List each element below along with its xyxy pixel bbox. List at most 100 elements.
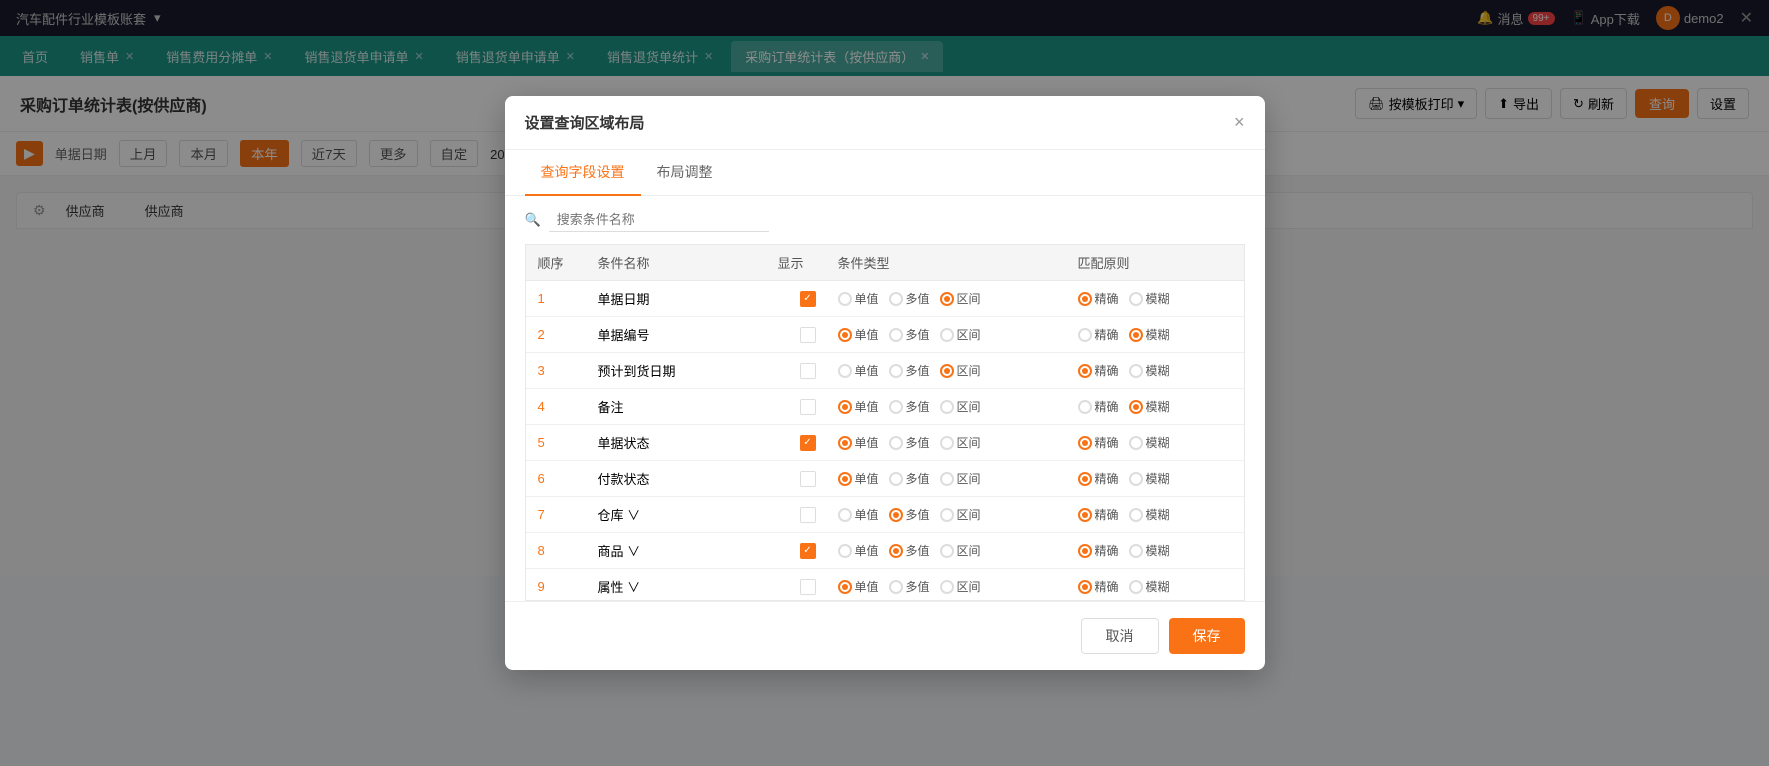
type-radio-item[interactable]: 区间 bbox=[940, 362, 981, 379]
match-radio-item[interactable]: 模糊 bbox=[1129, 542, 1170, 559]
match-radio-item[interactable]: 精确 bbox=[1078, 506, 1119, 523]
radio-circle bbox=[838, 292, 852, 306]
type-radio-item[interactable]: 区间 bbox=[940, 290, 981, 307]
radio-circle bbox=[1129, 508, 1143, 522]
display-checkbox[interactable]: ✓ bbox=[800, 435, 816, 451]
cell-match: 精确模糊 bbox=[1078, 398, 1245, 415]
match-radio-item[interactable]: 模糊 bbox=[1129, 326, 1170, 343]
radio-circle bbox=[1129, 364, 1143, 378]
type-radio-item[interactable]: 区间 bbox=[940, 470, 981, 487]
match-radio-item[interactable]: 模糊 bbox=[1129, 290, 1170, 307]
type-radio-item[interactable]: 单值 bbox=[838, 542, 879, 559]
match-radio-item[interactable]: 模糊 bbox=[1129, 398, 1170, 415]
type-radio-item[interactable]: 单值 bbox=[838, 398, 879, 415]
cell-display: ✓ bbox=[778, 291, 838, 307]
type-radio-item[interactable]: 单值 bbox=[838, 434, 879, 451]
type-radio-item[interactable]: 单值 bbox=[838, 506, 879, 523]
match-radio-item[interactable]: 模糊 bbox=[1129, 470, 1170, 487]
type-radio-item[interactable]: 区间 bbox=[940, 326, 981, 343]
col-match: 匹配原则 bbox=[1078, 253, 1265, 272]
match-radio-item[interactable]: 模糊 bbox=[1129, 506, 1170, 523]
cell-order: 7 bbox=[538, 507, 598, 522]
display-checkbox[interactable] bbox=[800, 507, 816, 523]
cell-display bbox=[778, 579, 838, 595]
dialog-tab-layout[interactable]: 布局调整 bbox=[641, 150, 729, 196]
cell-type: 单值多值区间 bbox=[838, 398, 1078, 415]
type-radio-item[interactable]: 多值 bbox=[889, 578, 930, 595]
save-btn[interactable]: 保存 bbox=[1169, 618, 1245, 654]
type-radio-item[interactable]: 多值 bbox=[889, 434, 930, 451]
match-radio-item[interactable]: 精确 bbox=[1078, 362, 1119, 379]
match-radio-item[interactable]: 精确 bbox=[1078, 290, 1119, 307]
cell-order: 6 bbox=[538, 471, 598, 486]
type-radio-item[interactable]: 区间 bbox=[940, 398, 981, 415]
dialog-footer: 取消 保存 bbox=[505, 601, 1265, 670]
radio-circle bbox=[940, 472, 954, 486]
type-radio-item[interactable]: 多值 bbox=[889, 362, 930, 379]
radio-circle bbox=[940, 580, 954, 594]
match-radio-item[interactable]: 模糊 bbox=[1129, 434, 1170, 451]
dialog-tabs: 查询字段设置 布局调整 bbox=[505, 150, 1265, 196]
cell-name: 商品 ∨ bbox=[598, 541, 778, 560]
match-radio-item[interactable]: 精确 bbox=[1078, 398, 1119, 415]
type-radio-item[interactable]: 多值 bbox=[889, 326, 930, 343]
col-name: 条件名称 bbox=[598, 253, 778, 272]
type-radio-item[interactable]: 单值 bbox=[838, 470, 879, 487]
match-radio-item[interactable]: 精确 bbox=[1078, 470, 1119, 487]
type-radio-item[interactable]: 单值 bbox=[838, 326, 879, 343]
match-radio-item[interactable]: 模糊 bbox=[1129, 578, 1170, 595]
match-radio-item[interactable]: 精确 bbox=[1078, 434, 1119, 451]
type-radio-item[interactable]: 多值 bbox=[889, 470, 930, 487]
radio-circle bbox=[1129, 328, 1143, 342]
cell-name: 单据日期 bbox=[598, 289, 778, 308]
match-radio-item[interactable]: 精确 bbox=[1078, 326, 1119, 343]
display-checkbox[interactable] bbox=[800, 399, 816, 415]
display-checkbox[interactable]: ✓ bbox=[800, 543, 816, 559]
match-radio-item[interactable]: 精确 bbox=[1078, 578, 1119, 595]
radio-circle bbox=[1078, 544, 1092, 558]
radio-circle bbox=[889, 580, 903, 594]
cancel-btn[interactable]: 取消 bbox=[1081, 618, 1159, 654]
radio-circle bbox=[1078, 328, 1092, 342]
radio-circle bbox=[1078, 400, 1092, 414]
radio-circle bbox=[1129, 472, 1143, 486]
type-radio-item[interactable]: 多值 bbox=[889, 290, 930, 307]
cell-name: 属性 ∨ bbox=[598, 577, 778, 596]
cell-name: 付款状态 bbox=[598, 469, 778, 488]
type-radio-item[interactable]: 多值 bbox=[889, 506, 930, 523]
match-radio-item[interactable]: 精确 bbox=[1078, 542, 1119, 559]
radio-circle bbox=[940, 508, 954, 522]
type-radio-item[interactable]: 区间 bbox=[940, 542, 981, 559]
display-checkbox[interactable] bbox=[800, 579, 816, 595]
table-row: 6付款状态 单值多值区间 精确模糊 bbox=[526, 461, 1244, 497]
dialog-tab-query-fields[interactable]: 查询字段设置 bbox=[525, 150, 641, 196]
type-radio-item[interactable]: 单值 bbox=[838, 290, 879, 307]
cell-order: 8 bbox=[538, 543, 598, 558]
table-row: 2单据编号单值多值区间精确模糊 bbox=[526, 317, 1244, 353]
cell-display bbox=[778, 363, 838, 379]
display-checkbox[interactable] bbox=[800, 327, 816, 343]
table-row: 4备注单值多值区间精确模糊 bbox=[526, 389, 1244, 425]
display-checkbox[interactable]: ✓ bbox=[800, 291, 816, 307]
dialog-close-btn[interactable]: × bbox=[1234, 112, 1245, 133]
table-row: 8商品 ∨ ✓ 单值多值区间 精确模糊 bbox=[526, 533, 1244, 569]
radio-circle bbox=[940, 292, 954, 306]
radio-circle bbox=[889, 472, 903, 486]
type-radio-item[interactable]: 区间 bbox=[940, 434, 981, 451]
radio-circle bbox=[1078, 436, 1092, 450]
type-radio-item[interactable]: 单值 bbox=[838, 578, 879, 595]
type-radio-item[interactable]: 多值 bbox=[889, 542, 930, 559]
table-row: 9属性 ∨单值多值区间精确模糊 bbox=[526, 569, 1244, 601]
type-radio-item[interactable]: 多值 bbox=[889, 398, 930, 415]
col-order: 顺序 bbox=[538, 253, 598, 272]
radio-circle bbox=[838, 436, 852, 450]
match-radio-item[interactable]: 模糊 bbox=[1129, 362, 1170, 379]
search-input[interactable] bbox=[549, 208, 769, 232]
type-radio-item[interactable]: 区间 bbox=[940, 506, 981, 523]
type-radio-item[interactable]: 单值 bbox=[838, 362, 879, 379]
radio-circle bbox=[838, 400, 852, 414]
display-checkbox[interactable] bbox=[800, 363, 816, 379]
cell-match: 精确模糊 bbox=[1078, 326, 1245, 343]
type-radio-item[interactable]: 区间 bbox=[940, 578, 981, 595]
display-checkbox[interactable] bbox=[800, 471, 816, 487]
